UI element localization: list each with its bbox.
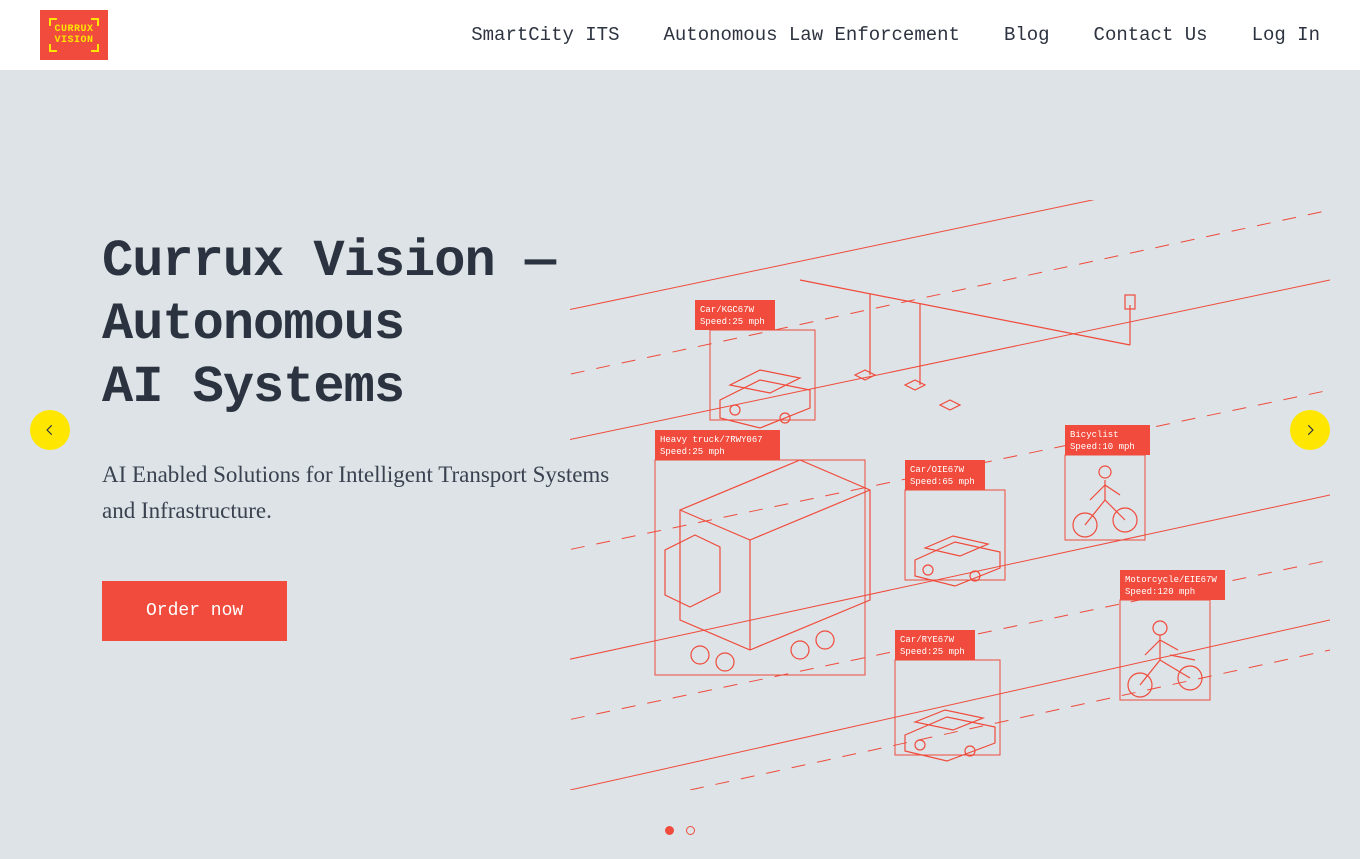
hero-content: Currux Vision — Autonomous AI Systems AI… (102, 230, 642, 641)
svg-text:Bicyclist: Bicyclist (1070, 430, 1119, 440)
carousel-dots (665, 826, 695, 835)
order-now-button[interactable]: Order now (102, 581, 287, 641)
detection-car-1: Car/KGC67W Speed:25 mph (695, 300, 815, 428)
hero-illustration: Car/KGC67W Speed:25 mph Heavy truck/7RWY… (570, 200, 1330, 790)
chevron-right-icon (1303, 423, 1317, 437)
detection-car-3: Car/RYE67W Speed:25 mph (895, 630, 1000, 761)
svg-text:Speed:25 mph: Speed:25 mph (700, 317, 765, 327)
svg-text:Car/OIE67W: Car/OIE67W (910, 465, 965, 475)
detection-car-2: Car/OIE67W Speed:65 mph (905, 460, 1005, 586)
svg-text:Speed:120 mph: Speed:120 mph (1125, 587, 1195, 597)
detection-motorcycle: Motorcycle/EIE67W Speed:120 mph (1120, 570, 1225, 700)
detection-bicyclist: Bicyclist Speed:10 mph (1065, 425, 1150, 540)
hero-title: Currux Vision — Autonomous AI Systems (102, 230, 642, 419)
nav-blog[interactable]: Blog (1004, 24, 1050, 46)
detection-truck: Heavy truck/7RWY067 Speed:25 mph (655, 430, 870, 675)
carousel-next-button[interactable] (1290, 410, 1330, 450)
svg-text:Speed:10 mph: Speed:10 mph (1070, 442, 1135, 452)
hero-subtitle: AI Enabled Solutions for Intelligent Tra… (102, 457, 632, 529)
header: CURRUXVISION SmartCity ITS Autonomous La… (0, 0, 1360, 70)
logo-text: CURRUXVISION (54, 24, 93, 46)
carousel-dot-2[interactable] (686, 826, 695, 835)
svg-text:Speed:25 mph: Speed:25 mph (660, 447, 725, 457)
nav-smartcity[interactable]: SmartCity ITS (471, 24, 619, 46)
svg-text:Heavy truck/7RWY067: Heavy truck/7RWY067 (660, 435, 763, 445)
nav-contact[interactable]: Contact Us (1094, 24, 1208, 46)
logo[interactable]: CURRUXVISION (40, 10, 108, 60)
svg-text:Motorcycle/EIE67W: Motorcycle/EIE67W (1125, 575, 1217, 585)
nav-login[interactable]: Log In (1252, 24, 1320, 46)
carousel-prev-button[interactable] (30, 410, 70, 450)
nav-autonomous-law[interactable]: Autonomous Law Enforcement (663, 24, 959, 46)
carousel-dot-1[interactable] (665, 826, 674, 835)
svg-text:Car/KGC67W: Car/KGC67W (700, 305, 755, 315)
svg-text:Speed:65 mph: Speed:65 mph (910, 477, 975, 487)
chevron-left-icon (43, 423, 57, 437)
svg-text:Car/RYE67W: Car/RYE67W (900, 635, 955, 645)
svg-text:Speed:25 mph: Speed:25 mph (900, 647, 965, 657)
main-nav: SmartCity ITS Autonomous Law Enforcement… (471, 24, 1320, 46)
hero-section: Currux Vision — Autonomous AI Systems AI… (0, 70, 1360, 859)
